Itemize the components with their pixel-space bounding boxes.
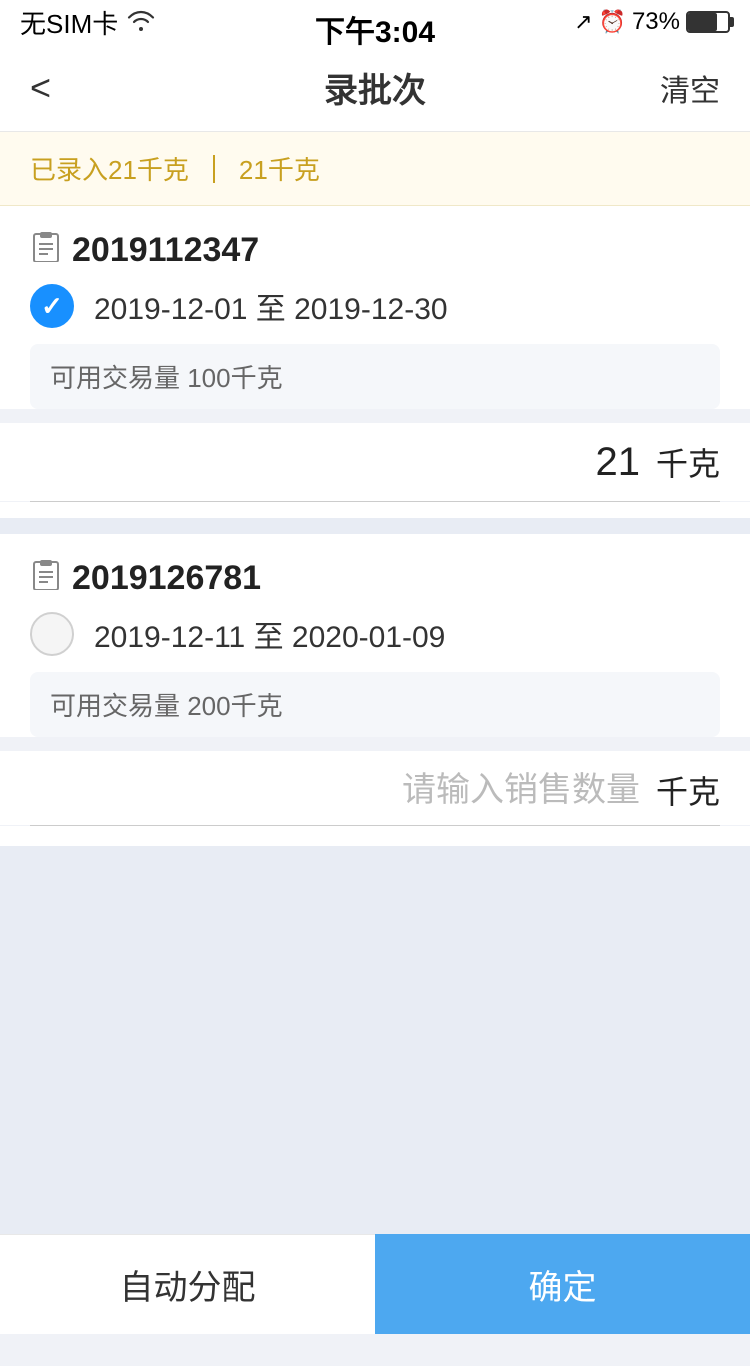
status-right: ↗ ⏰ 73% [574,8,730,36]
nav-bar: < 录批次 清空 [0,44,750,132]
battery-icon [686,11,730,33]
status-carrier: 无SIM卡 [20,4,156,41]
batch-1-value: 21 [595,440,640,485]
batch-2-available: 可用交易量 200千克 [30,672,720,737]
empty-area [0,846,750,1266]
total-label: 21千克 [239,150,320,187]
batch-1-amount-row: 21 千克 [0,423,750,485]
wifi-icon [126,7,156,38]
batch-1-date-row[interactable]: 2019-12-01 至 2019-12-30 [30,284,720,328]
confirm-button[interactable]: 确定 [375,1234,750,1334]
summary-banner: 已录入21千克 21千克 [0,132,750,206]
batch-1-unit: 千克 [656,439,720,485]
batch-2-date-row[interactable]: 2019-12-11 至 2020-01-09 [30,612,720,656]
page-title: 录批次 [324,63,426,112]
back-button[interactable]: < [30,67,90,109]
status-bar: 无SIM卡 下午3:04 ↗ ⏰ 73% [0,0,750,44]
batch-2-icon [30,558,62,598]
summary-divider [213,155,215,183]
batch-2-unit: 千克 [656,767,720,813]
alarm-icon: ⏰ [599,9,626,35]
batch-1-header: 2019112347 [30,230,720,270]
clear-button[interactable]: 清空 [660,66,720,110]
batch-1-id: 2019112347 [72,231,259,270]
section-separator [0,518,750,534]
batch-1-icon [30,230,62,270]
status-time: 下午3:04 [315,7,435,51]
batch-2-header: 2019126781 [30,558,720,598]
batch-2-input-row[interactable]: 千克 [0,751,750,813]
batch-1-available: 可用交易量 100千克 [30,344,720,409]
batch-card-1: 2019112347 2019-12-01 至 2019-12-30 可用交易量… [0,206,750,409]
battery-percent: 73% [632,8,680,36]
batch-card-2: 2019126781 2019-12-11 至 2020-01-09 可用交易量… [0,534,750,737]
quantity-input[interactable] [30,771,640,810]
batch-1-radio[interactable] [30,284,74,328]
batch-1-date: 2019-12-01 至 2019-12-30 [94,284,448,328]
batch-2-radio[interactable] [30,612,74,656]
carrier-text: 无SIM卡 [20,4,118,41]
entered-label: 已录入21千克 [30,150,189,187]
batch-2-date: 2019-12-11 至 2020-01-09 [94,612,445,656]
batch-2-id: 2019126781 [72,559,261,598]
bottom-buttons: 自动分配 确定 [0,1234,750,1334]
input-spacer [0,826,750,846]
location-icon: ↗ [574,9,592,35]
auto-distribute-button[interactable]: 自动分配 [0,1234,375,1334]
